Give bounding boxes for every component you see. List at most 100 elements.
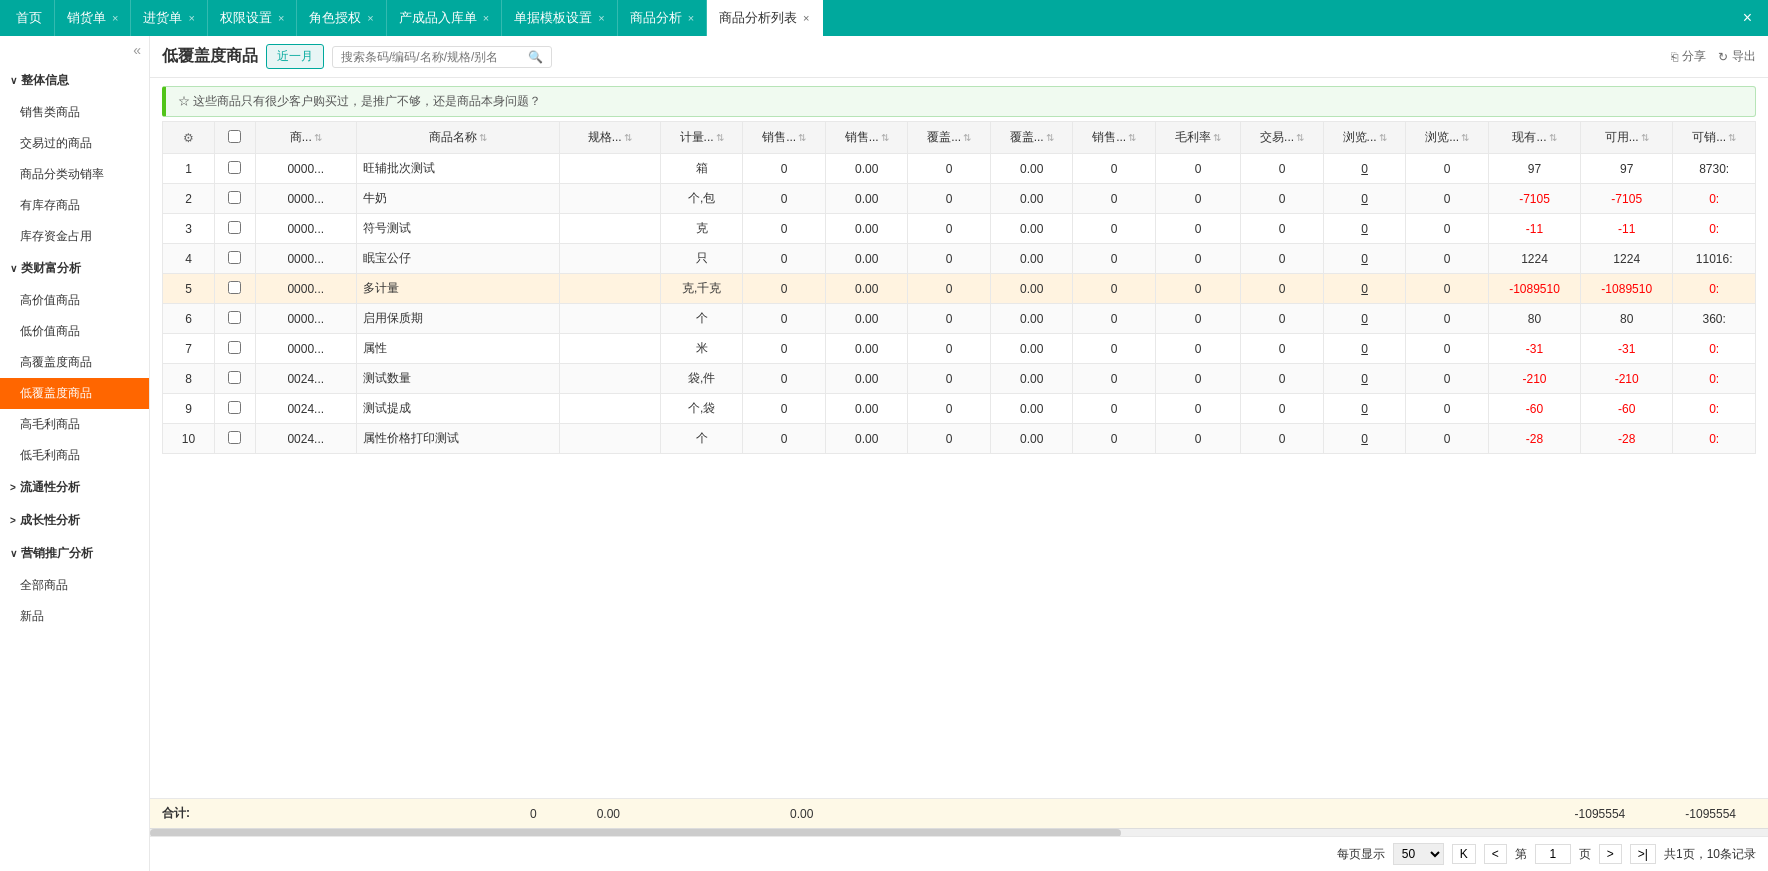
th-current[interactable]: 现有...⇅	[1488, 122, 1580, 154]
sidebar-collapse-button[interactable]: «	[0, 36, 149, 64]
cell-name[interactable]: 测试数量	[356, 364, 559, 394]
cell-browse1[interactable]: 0	[1323, 154, 1406, 184]
cell-name[interactable]: 测试提成	[356, 394, 559, 424]
th-gross[interactable]: 毛利率⇅	[1155, 122, 1240, 154]
share-button[interactable]: ⎗ 分享	[1671, 48, 1706, 65]
sidebar-section-overall[interactable]: ∨ 整体信息	[0, 64, 149, 97]
row-checkbox[interactable]	[228, 221, 241, 234]
settings-icon[interactable]: ⚙	[183, 131, 194, 145]
sidebar-item-traded-goods[interactable]: 交易过的商品	[0, 128, 149, 159]
sidebar-section-marketing[interactable]: ∨ 营销推广分析	[0, 537, 149, 570]
cell-browse1[interactable]: 0	[1323, 334, 1406, 364]
cell-browse1[interactable]: 0	[1323, 184, 1406, 214]
sidebar-section-liquidity[interactable]: > 流通性分析	[0, 471, 149, 504]
browse-link[interactable]: 0	[1361, 402, 1368, 416]
cell-name[interactable]: 属性价格打印测试	[356, 424, 559, 454]
cell-browse1[interactable]: 0	[1323, 214, 1406, 244]
th-cover1[interactable]: 覆盖...⇅	[908, 122, 991, 154]
cell-name[interactable]: 符号测试	[356, 214, 559, 244]
cell-checkbox[interactable]	[215, 154, 256, 184]
sidebar-item-sales-goods[interactable]: 销售类商品	[0, 97, 149, 128]
row-checkbox[interactable]	[228, 431, 241, 444]
window-close-button[interactable]: ×	[1731, 9, 1764, 27]
cell-browse1[interactable]: 0	[1323, 424, 1406, 454]
last-page-button[interactable]: >|	[1630, 844, 1656, 864]
cell-checkbox[interactable]	[215, 274, 256, 304]
prev-page-button[interactable]: <	[1484, 844, 1507, 864]
th-checkbox[interactable]	[215, 122, 256, 154]
row-checkbox[interactable]	[228, 341, 241, 354]
cell-checkbox[interactable]	[215, 334, 256, 364]
th-spec[interactable]: 规格...⇅	[559, 122, 660, 154]
sidebar-item-low-coverage[interactable]: 低覆盖度商品	[0, 378, 149, 409]
tab-goods-analysis[interactable]: 商品分析 ×	[618, 0, 707, 36]
sidebar-item-high-coverage[interactable]: 高覆盖度商品	[0, 347, 149, 378]
browse-link[interactable]: 0	[1361, 162, 1368, 176]
sidebar-section-wealth[interactable]: ∨ 类财富分析	[0, 252, 149, 285]
th-available[interactable]: 可用...⇅	[1581, 122, 1673, 154]
tab-sales-close[interactable]: ×	[112, 12, 118, 24]
tab-roles-close[interactable]: ×	[367, 12, 373, 24]
row-checkbox[interactable]	[228, 251, 241, 264]
tab-product-storage[interactable]: 产成品入库单 ×	[387, 0, 502, 36]
th-sales1[interactable]: 销售...⇅	[743, 122, 826, 154]
browse-link[interactable]: 0	[1361, 342, 1368, 356]
cell-checkbox[interactable]	[215, 364, 256, 394]
cell-name[interactable]: 眠宝公仔	[356, 244, 559, 274]
select-all-checkbox[interactable]	[228, 130, 241, 143]
cell-checkbox[interactable]	[215, 184, 256, 214]
browse-link[interactable]: 0	[1361, 432, 1368, 446]
th-code[interactable]: 商...⇅	[255, 122, 356, 154]
table-container[interactable]: ⚙ 商...⇅ 商品名称⇅ 规格...⇅	[162, 121, 1756, 798]
horizontal-scrollbar[interactable]	[150, 828, 1768, 836]
tab-template-close[interactable]: ×	[598, 12, 604, 24]
cell-checkbox[interactable]	[215, 214, 256, 244]
cell-checkbox[interactable]	[215, 244, 256, 274]
browse-link[interactable]: 0	[1361, 282, 1368, 296]
browse-link[interactable]: 0	[1361, 312, 1368, 326]
cell-name[interactable]: 多计量	[356, 274, 559, 304]
cell-browse1[interactable]: 0	[1323, 394, 1406, 424]
th-cover2[interactable]: 覆盖...⇅	[990, 122, 1073, 154]
cell-browse1[interactable]: 0	[1323, 364, 1406, 394]
th-unit[interactable]: 计量...⇅	[660, 122, 743, 154]
cell-browse1[interactable]: 0	[1323, 274, 1406, 304]
tab-product-storage-close[interactable]: ×	[483, 12, 489, 24]
cell-checkbox[interactable]	[215, 394, 256, 424]
th-browse1[interactable]: 浏览...⇅	[1323, 122, 1406, 154]
sidebar-item-category-rate[interactable]: 商品分类动销率	[0, 159, 149, 190]
browse-link[interactable]: 0	[1361, 222, 1368, 236]
cell-name[interactable]: 旺辅批次测试	[356, 154, 559, 184]
sidebar-item-capital[interactable]: 库存资金占用	[0, 221, 149, 252]
filter-button[interactable]: 近一月	[266, 44, 324, 69]
row-checkbox[interactable]	[228, 401, 241, 414]
tab-goods-analysis-close[interactable]: ×	[688, 12, 694, 24]
sidebar-item-inventory-goods[interactable]: 有库存商品	[0, 190, 149, 221]
row-checkbox[interactable]	[228, 311, 241, 324]
th-sales3[interactable]: 销售...⇅	[1073, 122, 1156, 154]
th-browse2[interactable]: 浏览...⇅	[1406, 122, 1489, 154]
tab-purchase[interactable]: 进货单 ×	[131, 0, 207, 36]
tab-sales[interactable]: 销货单 ×	[55, 0, 131, 36]
browse-link[interactable]: 0	[1361, 372, 1368, 386]
th-trade[interactable]: 交易...⇅	[1241, 122, 1324, 154]
cell-name[interactable]: 属性	[356, 334, 559, 364]
tab-purchase-close[interactable]: ×	[188, 12, 194, 24]
cell-name[interactable]: 启用保质期	[356, 304, 559, 334]
browse-link[interactable]: 0	[1361, 192, 1368, 206]
tab-goods-list-close[interactable]: ×	[803, 12, 809, 24]
cell-name[interactable]: 牛奶	[356, 184, 559, 214]
row-checkbox[interactable]	[228, 191, 241, 204]
cell-browse1[interactable]: 0	[1323, 244, 1406, 274]
sidebar-item-high-margin[interactable]: 高毛利商品	[0, 409, 149, 440]
cell-browse1[interactable]: 0	[1323, 304, 1406, 334]
th-settings[interactable]: ⚙	[163, 122, 215, 154]
row-checkbox[interactable]	[228, 371, 241, 384]
search-input[interactable]	[341, 50, 528, 64]
tab-permissions[interactable]: 权限设置 ×	[208, 0, 297, 36]
cell-checkbox[interactable]	[215, 424, 256, 454]
cell-checkbox[interactable]	[215, 304, 256, 334]
sidebar-item-low-value[interactable]: 低价值商品	[0, 316, 149, 347]
tab-goods-list[interactable]: 商品分析列表 ×	[707, 0, 822, 36]
tab-permissions-close[interactable]: ×	[278, 12, 284, 24]
